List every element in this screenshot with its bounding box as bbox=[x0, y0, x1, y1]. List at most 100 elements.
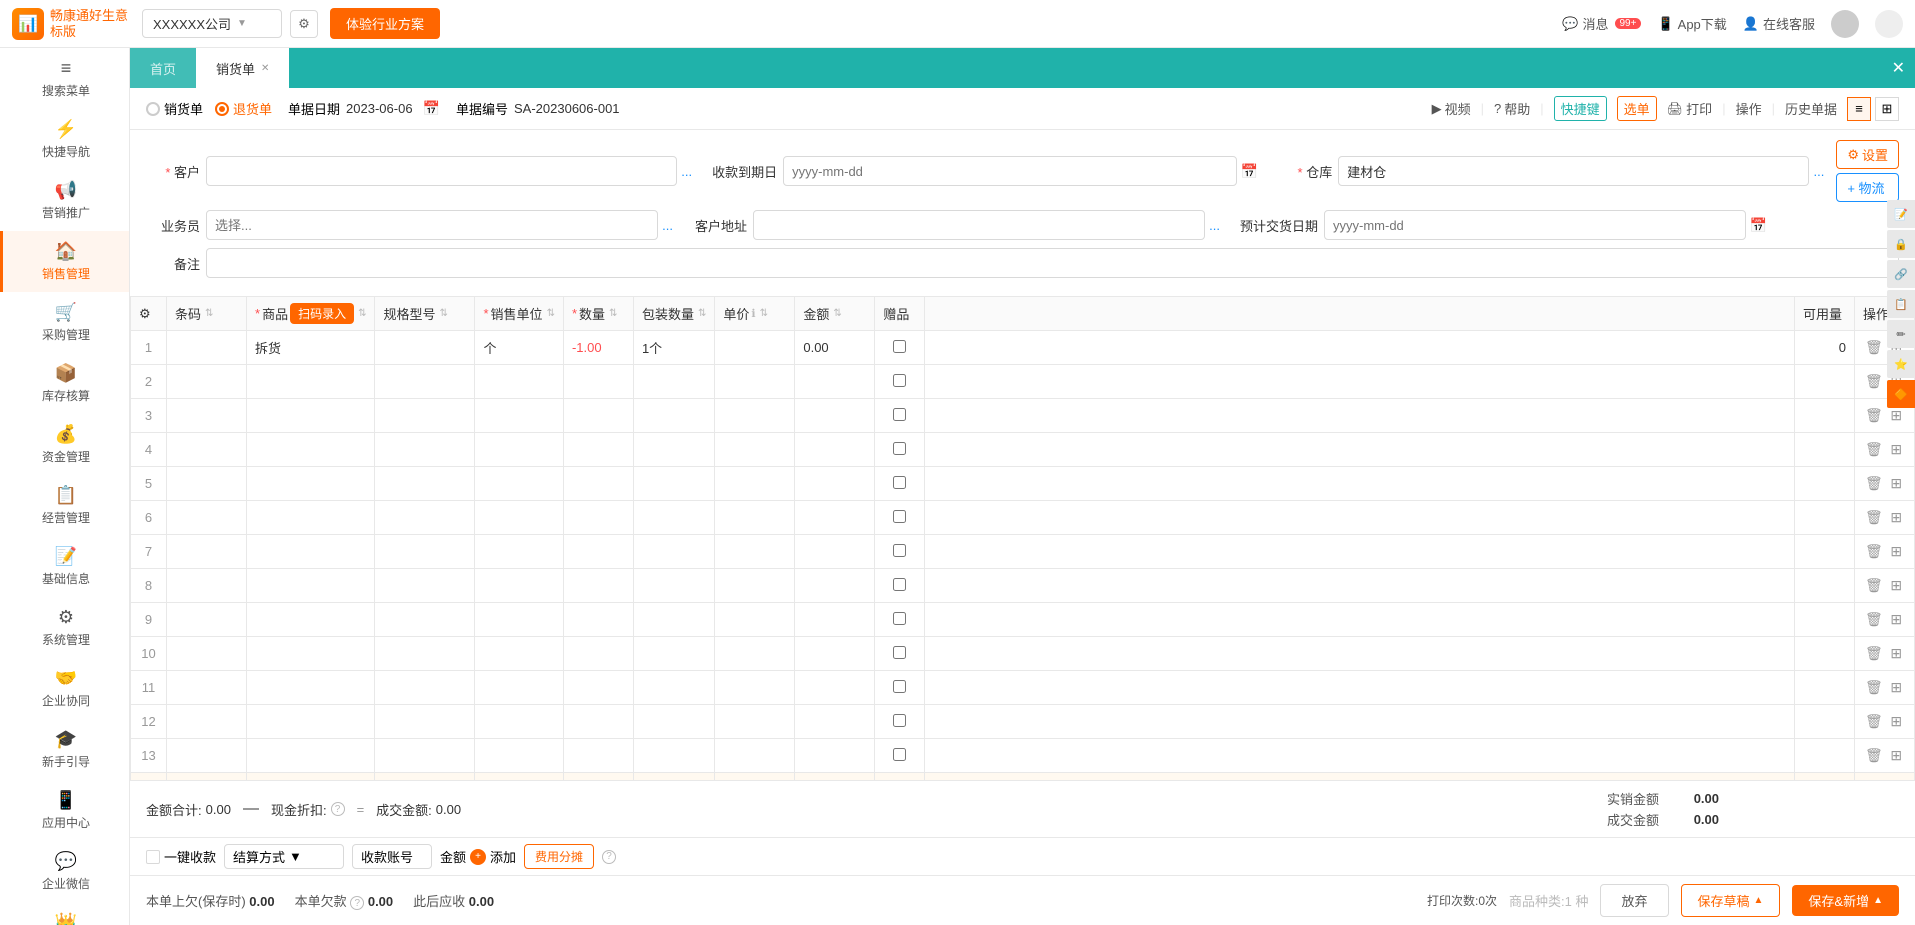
row-gift[interactable] bbox=[875, 705, 925, 739]
tab-sales-order[interactable]: 销货单 ✕ bbox=[196, 48, 289, 88]
row-price[interactable] bbox=[715, 433, 795, 467]
row-unit[interactable] bbox=[475, 569, 563, 603]
print-link[interactable]: 🖨 打印 bbox=[1667, 99, 1713, 118]
row-amount[interactable] bbox=[795, 501, 875, 535]
row-qty[interactable] bbox=[563, 433, 633, 467]
spec-sort-icon[interactable]: ⇅ bbox=[440, 308, 448, 319]
calendar-icon[interactable]: 📅 bbox=[423, 100, 440, 117]
message-button[interactable]: 💬 消息 99+ bbox=[1562, 14, 1641, 33]
gift-checkbox[interactable] bbox=[893, 442, 906, 455]
row-copy-button[interactable]: ⊞ bbox=[1890, 543, 1902, 559]
notes-input[interactable] bbox=[206, 248, 1899, 278]
row-delete-button[interactable]: 🗑 bbox=[1865, 747, 1883, 763]
row-product[interactable] bbox=[247, 535, 375, 569]
expected-date-input[interactable] bbox=[1324, 210, 1746, 240]
row-product[interactable] bbox=[247, 501, 375, 535]
price-info-icon[interactable]: ℹ bbox=[751, 307, 755, 320]
row-pkg-qty[interactable] bbox=[633, 739, 714, 773]
row-delete-button[interactable]: 🗑 bbox=[1865, 339, 1883, 355]
sidebar-item-member[interactable]: 👑 畅会员 bbox=[0, 902, 129, 925]
unit-sort-icon[interactable]: ⇅ bbox=[547, 308, 555, 319]
sidebar-item-purchase[interactable]: 🛒 采购管理 bbox=[0, 292, 129, 353]
row-product[interactable] bbox=[247, 569, 375, 603]
row-copy-button[interactable]: ⊞ bbox=[1890, 713, 1902, 729]
row-spec[interactable] bbox=[375, 501, 475, 535]
row-barcode[interactable] bbox=[167, 365, 247, 399]
add-amount-button[interactable]: + bbox=[470, 849, 486, 865]
row-copy-button[interactable]: ⊞ bbox=[1890, 611, 1902, 627]
row-gift[interactable] bbox=[875, 433, 925, 467]
sidebar-item-marketing[interactable]: 📢 营销推广 bbox=[0, 170, 129, 231]
row-pkg-qty[interactable] bbox=[633, 705, 714, 739]
row-barcode[interactable] bbox=[167, 603, 247, 637]
row-barcode[interactable] bbox=[167, 739, 247, 773]
row-unit[interactable] bbox=[475, 739, 563, 773]
row-unit[interactable] bbox=[475, 433, 563, 467]
row-pkg-qty[interactable]: 1个 bbox=[633, 331, 714, 365]
gift-checkbox[interactable] bbox=[893, 340, 906, 353]
sidebar-item-search[interactable]: ≡ 搜索菜单 bbox=[0, 48, 129, 109]
row-product[interactable] bbox=[247, 739, 375, 773]
row-amount[interactable] bbox=[795, 603, 875, 637]
row-barcode[interactable] bbox=[167, 331, 247, 365]
row-product[interactable] bbox=[247, 399, 375, 433]
row-qty[interactable] bbox=[563, 637, 633, 671]
select-order-link[interactable]: 选单 bbox=[1617, 96, 1657, 121]
row-pkg-qty[interactable] bbox=[633, 535, 714, 569]
row-amount[interactable] bbox=[795, 739, 875, 773]
row-qty[interactable] bbox=[563, 501, 633, 535]
row-qty[interactable] bbox=[563, 365, 633, 399]
payment-due-input[interactable] bbox=[783, 156, 1237, 186]
gift-checkbox[interactable] bbox=[893, 476, 906, 489]
row-barcode[interactable] bbox=[167, 535, 247, 569]
sidebar-item-quick-nav[interactable]: ⚡ 快捷导航 bbox=[0, 109, 129, 170]
row-delete-button[interactable]: 🗑 bbox=[1865, 475, 1883, 491]
row-gift[interactable] bbox=[875, 331, 925, 365]
row-product[interactable] bbox=[247, 637, 375, 671]
row-pkg-qty[interactable] bbox=[633, 637, 714, 671]
row-barcode[interactable] bbox=[167, 501, 247, 535]
row-amount[interactable] bbox=[795, 467, 875, 501]
customer-addr-dots-button[interactable]: ... bbox=[1209, 218, 1220, 233]
app-download-button[interactable]: 📱 App下载 bbox=[1657, 14, 1726, 33]
logistics-button[interactable]: + 物流 bbox=[1836, 173, 1899, 202]
row-copy-button[interactable]: ⊞ bbox=[1890, 407, 1902, 423]
row-gift[interactable] bbox=[875, 399, 925, 433]
settlement-select[interactable]: 结算方式 ▼ bbox=[224, 844, 344, 869]
row-spec[interactable] bbox=[375, 671, 475, 705]
row-amount[interactable] bbox=[795, 433, 875, 467]
sidebar-item-operations[interactable]: 📋 经营管理 bbox=[0, 475, 129, 536]
row-barcode[interactable] bbox=[167, 705, 247, 739]
row-amount[interactable] bbox=[795, 705, 875, 739]
row-delete-button[interactable]: 🗑 bbox=[1865, 577, 1883, 593]
gift-checkbox[interactable] bbox=[893, 510, 906, 523]
row-spec[interactable] bbox=[375, 739, 475, 773]
row-delete-button[interactable]: 🗑 bbox=[1865, 373, 1883, 389]
row-qty[interactable] bbox=[563, 467, 633, 501]
row-gift[interactable] bbox=[875, 467, 925, 501]
gift-checkbox[interactable] bbox=[893, 646, 906, 659]
view-grid-button[interactable]: ⊞ bbox=[1875, 97, 1899, 121]
expense-split-button[interactable]: 费用分摊 bbox=[524, 844, 594, 869]
customer-dots-button[interactable]: ... bbox=[681, 164, 692, 179]
gift-checkbox[interactable] bbox=[893, 748, 906, 761]
row-price[interactable] bbox=[715, 637, 795, 671]
row-price[interactable] bbox=[715, 331, 795, 365]
row-unit[interactable]: 个 bbox=[475, 331, 563, 365]
row-amount[interactable] bbox=[795, 569, 875, 603]
row-product[interactable] bbox=[247, 467, 375, 501]
row-spec[interactable] bbox=[375, 569, 475, 603]
tab-close-window[interactable]: ✕ bbox=[1892, 58, 1905, 78]
operation-link[interactable]: 操作 bbox=[1736, 99, 1762, 118]
row-price[interactable] bbox=[715, 569, 795, 603]
row-unit[interactable] bbox=[475, 501, 563, 535]
row-delete-button[interactable]: 🗑 bbox=[1865, 509, 1883, 525]
row-copy-button[interactable]: ⊞ bbox=[1890, 441, 1902, 457]
company-settings-button[interactable]: ⚙ bbox=[290, 10, 318, 38]
row-barcode[interactable] bbox=[167, 433, 247, 467]
tab-home[interactable]: 首页 bbox=[130, 48, 196, 88]
row-delete-button[interactable]: 🗑 bbox=[1865, 407, 1883, 423]
row-product[interactable] bbox=[247, 671, 375, 705]
debt-info-icon[interactable]: ? bbox=[350, 896, 364, 910]
rf-btn-7[interactable]: 🔶 bbox=[1887, 380, 1915, 408]
